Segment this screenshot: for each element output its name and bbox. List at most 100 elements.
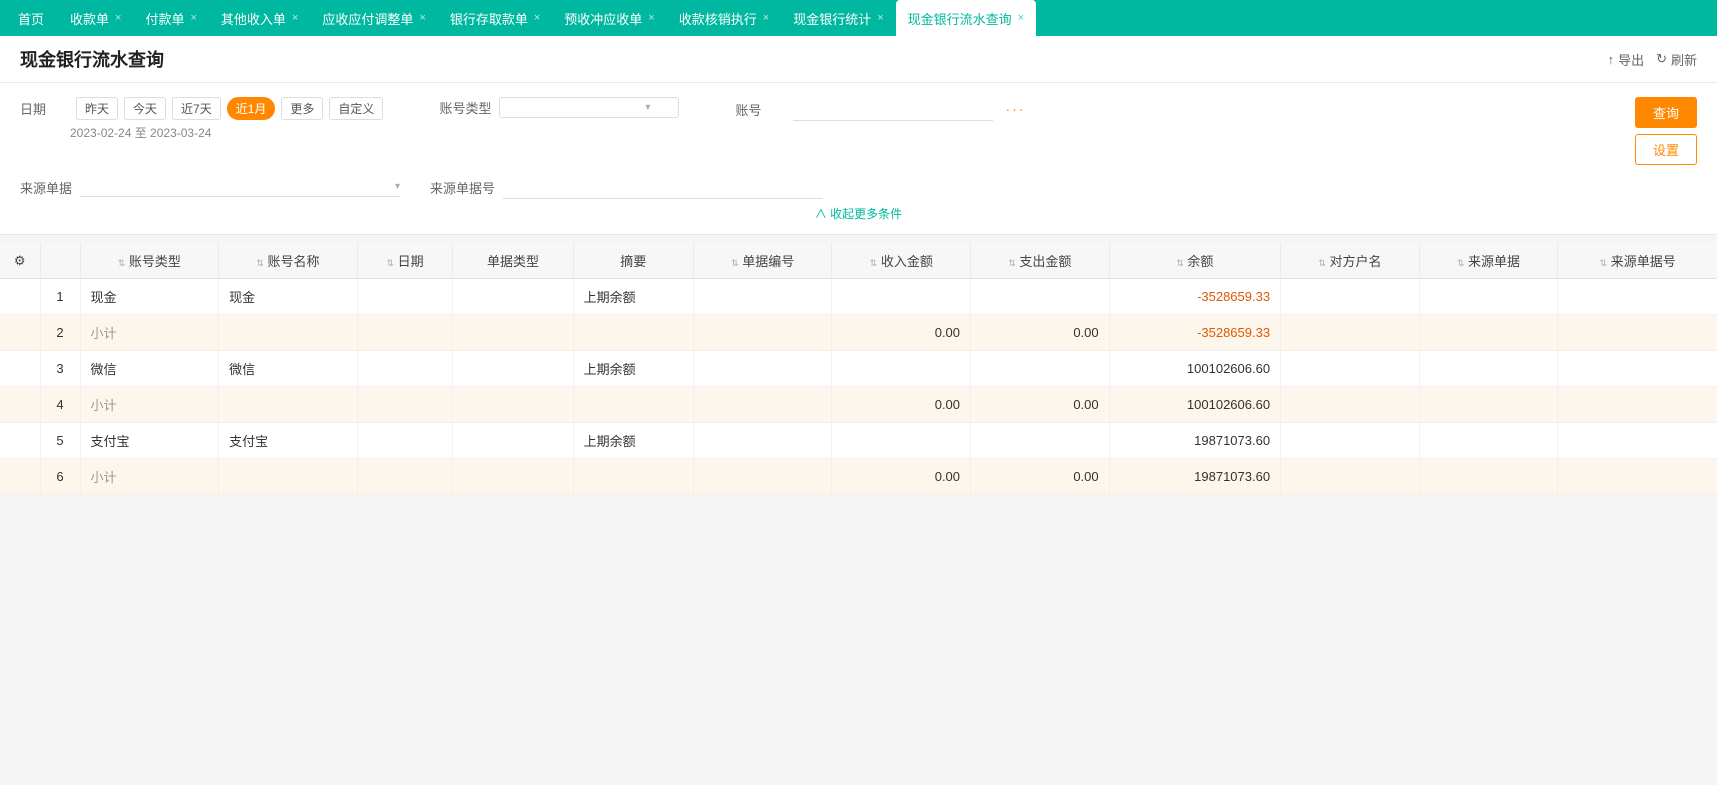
cell-counterpart (1281, 279, 1420, 315)
data-table: ⚙ ⇅ 账号类型 ⇅ 账号名称 ⇅ 日期 单据类型 (0, 243, 1717, 495)
col-income[interactable]: ⇅ 收入金额 (832, 243, 971, 279)
col-doc-no[interactable]: ⇅ 单据编号 (693, 243, 832, 279)
source-doc-no-input[interactable] (503, 175, 823, 199)
cell-doc-type (453, 387, 573, 423)
date-btn-custom[interactable]: 自定义 (329, 97, 383, 120)
col-account-name[interactable]: ⇅ 账号名称 (219, 243, 358, 279)
date-btn-7days[interactable]: 近7天 (172, 97, 221, 120)
cell-source-doc-no (1558, 459, 1717, 495)
cell-account-type: 小计 (80, 315, 219, 351)
date-btn-yesterday[interactable]: 昨天 (76, 97, 118, 120)
chevron-down-icon: ▾ (395, 181, 400, 192)
sort-icon: ⇅ (118, 258, 126, 268)
nav-home[interactable]: 首页 (4, 0, 58, 36)
close-icon[interactable]: × (763, 12, 769, 24)
col-source-doc-no[interactable]: ⇅ 来源单据号 (1558, 243, 1717, 279)
cell-date (357, 351, 453, 387)
close-icon[interactable]: × (115, 12, 121, 24)
cell-source-doc (1419, 459, 1558, 495)
source-doc-no-filter: 来源单据号 (430, 175, 823, 199)
cell-num: 4 (40, 387, 80, 423)
account-type-select[interactable]: ▾ (499, 97, 679, 118)
col-date[interactable]: ⇅ 日期 (357, 243, 453, 279)
col-account-type[interactable]: ⇅ 账号类型 (80, 243, 219, 279)
page-title: 现金银行流水查询 (20, 46, 164, 72)
cell-account-name: 支付宝 (219, 423, 358, 459)
cell-source-doc (1419, 279, 1558, 315)
sort-icon: ⇅ (1008, 258, 1016, 268)
collapse-bar[interactable]: ∧ 收起更多条件 (20, 199, 1697, 224)
cell-summary (573, 459, 693, 495)
cell-account-type: 微信 (80, 351, 219, 387)
cell-num: 5 (40, 423, 80, 459)
account-no-ellipsis[interactable]: ··· (1001, 101, 1029, 117)
cell-account-type: 现金 (80, 279, 219, 315)
settings-button[interactable]: 设置 (1635, 134, 1697, 165)
close-icon[interactable]: × (292, 12, 298, 24)
nav-item-3[interactable]: 应收应付调整单 × (310, 0, 437, 36)
nav-item-4[interactable]: 银行存取款单 × (438, 0, 552, 36)
nav-item-5[interactable]: 预收冲应收单 × (552, 0, 666, 36)
cell-account-name (219, 315, 358, 351)
cell-balance: -3528659.33 (1109, 279, 1280, 315)
cell-expense (971, 423, 1110, 459)
col-settings[interactable]: ⚙ (0, 243, 40, 279)
source-doc-label: 来源单据 (20, 178, 72, 197)
cell-balance: -3528659.33 (1109, 315, 1280, 351)
cell-account-name (219, 387, 358, 423)
col-expense[interactable]: ⇅ 支出金额 (971, 243, 1110, 279)
cell-counterpart (1281, 423, 1420, 459)
header-actions: ↑ 导出 ↻ 刷新 (1608, 50, 1697, 69)
close-icon[interactable]: × (648, 12, 654, 24)
cell-source-doc-no (1558, 315, 1717, 351)
cell-account-type: 小计 (80, 459, 219, 495)
cell-doc-type (453, 279, 573, 315)
cell-balance: 100102606.60 (1109, 351, 1280, 387)
nav-item-6[interactable]: 收款核销执行 × (667, 0, 781, 36)
nav-item-1[interactable]: 付款单 × (133, 0, 208, 36)
date-label: 日期 (20, 99, 70, 118)
nav-item-8[interactable]: 现金银行流水查询 × (896, 0, 1036, 36)
cell-expense (971, 279, 1110, 315)
close-icon[interactable]: × (419, 12, 425, 24)
nav-item-2[interactable]: 其他收入单 × (209, 0, 310, 36)
refresh-button[interactable]: ↻ 刷新 (1656, 50, 1697, 69)
cell-source-doc-no (1558, 351, 1717, 387)
close-icon[interactable]: × (534, 12, 540, 24)
cell-income: 0.00 (832, 459, 971, 495)
date-btn-more[interactable]: 更多 (281, 97, 323, 120)
cell-account-name (219, 459, 358, 495)
cell-settings (0, 423, 40, 459)
cell-settings (0, 279, 40, 315)
account-no-input[interactable] (793, 97, 993, 121)
close-icon[interactable]: × (1018, 12, 1024, 24)
close-icon[interactable]: × (190, 12, 196, 24)
nav-item-7[interactable]: 现金银行统计 × (781, 0, 895, 36)
cell-source-doc-no (1558, 423, 1717, 459)
close-icon[interactable]: × (877, 12, 883, 24)
sort-icon: ⇅ (386, 258, 394, 268)
nav-item-0[interactable]: 收款单 × (58, 0, 133, 36)
date-btn-1month[interactable]: 近1月 (227, 97, 276, 120)
cell-account-name: 微信 (219, 351, 358, 387)
query-button[interactable]: 查询 (1635, 97, 1697, 128)
table-row: 2小计0.000.00-3528659.33 (0, 315, 1717, 351)
export-button[interactable]: ↑ 导出 (1608, 50, 1645, 69)
date-btn-today[interactable]: 今天 (124, 97, 166, 120)
gear-icon: ⚙ (14, 253, 26, 268)
col-counterpart[interactable]: ⇅ 对方户名 (1281, 243, 1420, 279)
col-num (40, 243, 80, 279)
cell-income (832, 423, 971, 459)
top-nav: 首页 收款单 × 付款单 × 其他收入单 × 应收应付调整单 × 银行存取款单 … (0, 0, 1717, 36)
col-source-doc[interactable]: ⇅ 来源单据 (1419, 243, 1558, 279)
cell-date (357, 279, 453, 315)
cell-summary (573, 315, 693, 351)
cell-balance: 19871073.60 (1109, 459, 1280, 495)
sort-icon: ⇅ (1600, 258, 1608, 268)
cell-doc-no (693, 279, 832, 315)
source-doc-select[interactable]: ▾ (80, 177, 400, 197)
cell-doc-no (693, 315, 832, 351)
col-summary: 摘要 (573, 243, 693, 279)
col-balance[interactable]: ⇅ 余额 (1109, 243, 1280, 279)
source-filter-row: 来源单据 ▾ 来源单据号 (20, 175, 1697, 199)
